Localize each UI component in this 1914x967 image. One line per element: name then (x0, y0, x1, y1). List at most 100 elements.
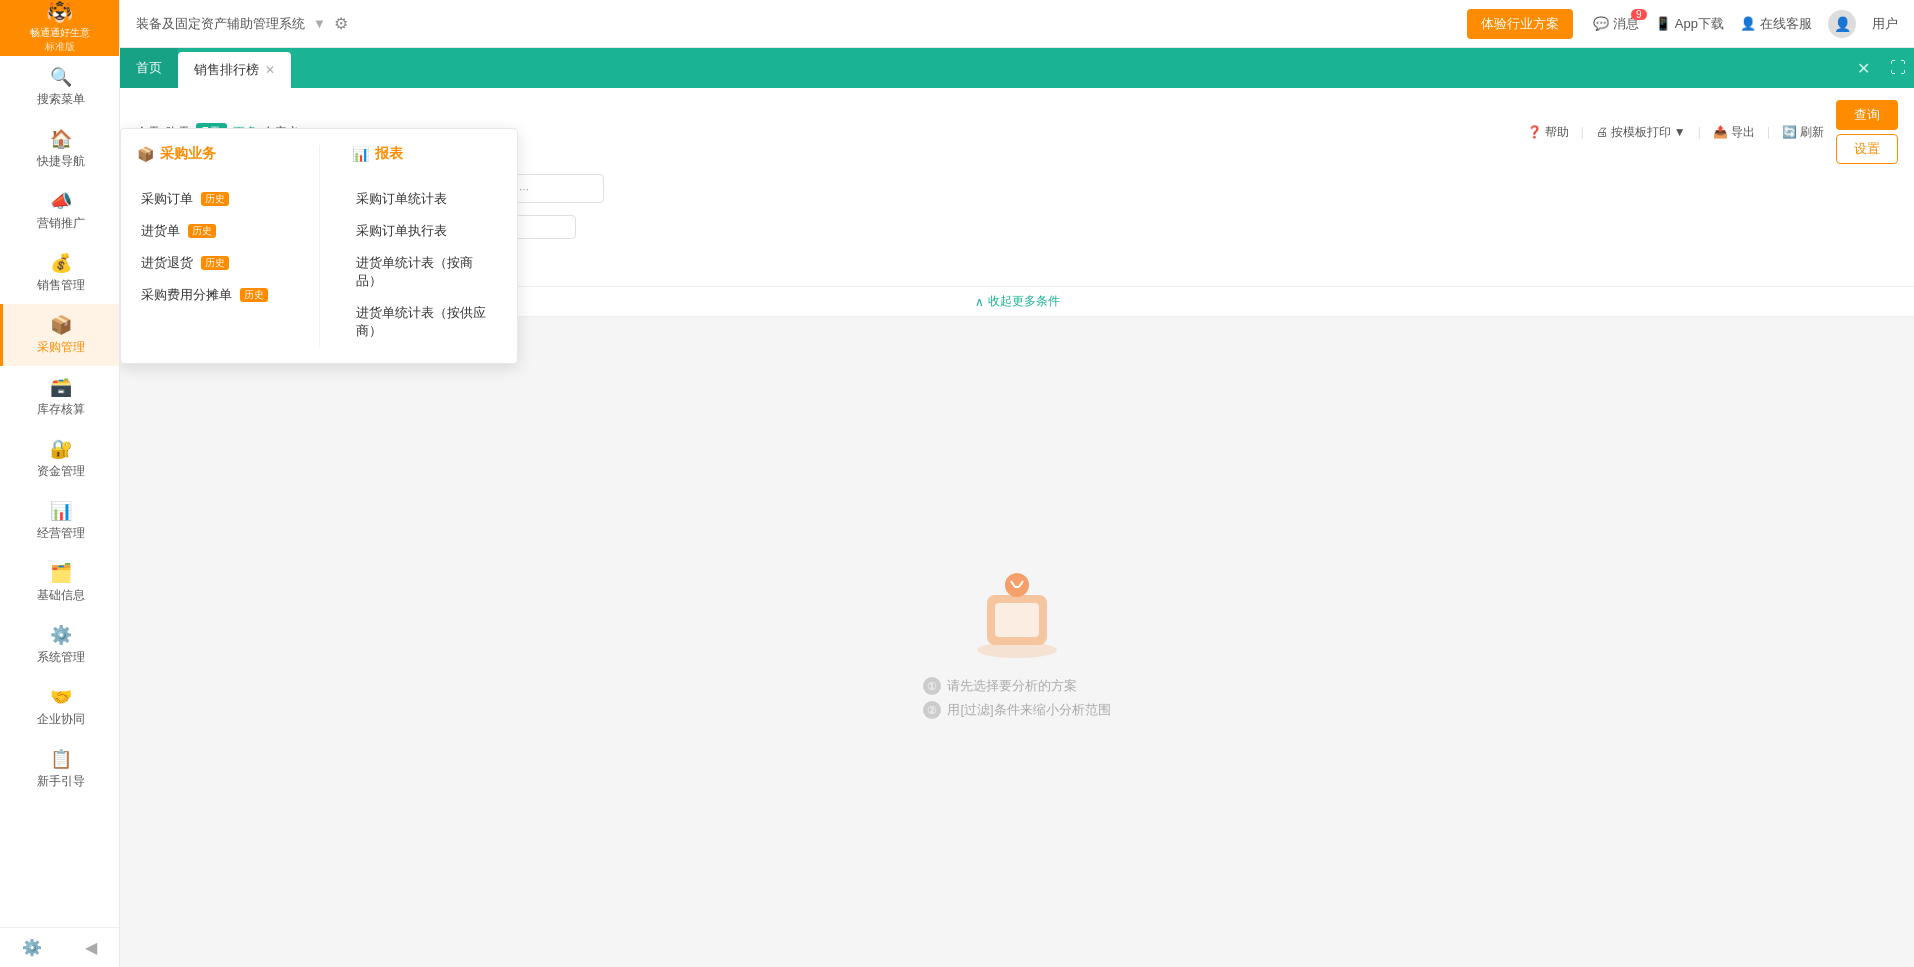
popup-item-inbound-stat-supplier[interactable]: 进货单统计表（按供应商） (352, 297, 502, 347)
sidebar-item-purchase-label: 采购管理 (37, 339, 85, 356)
home-icon: 🏠 (50, 128, 72, 150)
hint-text-1: 请先选择要分析的方案 (947, 677, 1077, 695)
topbar-title-area: 装备及固定资产辅助管理系统 ▼ ⚙ (136, 14, 1467, 33)
popup-item-po-stat[interactable]: 采购订单统计表 (352, 183, 502, 215)
tab-sales-rank[interactable]: 销售排行榜 ✕ (178, 52, 291, 88)
popup-purchase-title: 📦 采购业务 (137, 145, 287, 171)
sidebar-item-system[interactable]: ⚙️ 系统管理 (0, 614, 119, 676)
tab-close-icon[interactable]: ✕ (265, 63, 275, 77)
sidebar: 🐯 畅通通好生意 标准版 🔍 搜索菜单 🏠 快捷导航 📣 营销推广 💰 销售管理… (0, 0, 120, 967)
print-arrow[interactable]: ▼ (1674, 125, 1686, 139)
topbar: 装备及固定资产辅助管理系统 ▼ ⚙ 体验行业方案 💬 9 消息 📱 App下载 … (120, 0, 1914, 48)
empty-hints: ① 请先选择要分析的方案 ② 用[过滤]条件来缩小分析范围 (923, 677, 1110, 719)
finance-icon: 🔐 (50, 438, 72, 460)
inbound-return-history: 历史 (201, 256, 229, 270)
tabbar-expand-btn[interactable]: ⛶ (1882, 48, 1914, 88)
popup-item-inbound[interactable]: 进货单 历史 (137, 215, 287, 247)
sidebar-item-guide[interactable]: 📋 新手引导 (0, 738, 119, 800)
popup-report-title: 📊 报表 (352, 145, 502, 171)
report-section-label: 报表 (375, 145, 403, 163)
enterprise-icon: 🤝 (50, 686, 72, 708)
empty-state: ① 请先选择要分析的方案 ② 用[过滤]条件来缩小分析范围 (120, 317, 1914, 967)
svg-point-3 (1005, 573, 1029, 597)
help-btn[interactable]: ❓ 帮助 (1527, 124, 1569, 141)
sales-icon: 💰 (50, 252, 72, 274)
set-btn[interactable]: 设置 (1836, 134, 1898, 164)
collapse-up-icon: ∧ (975, 295, 984, 309)
query-btn[interactable]: 查询 (1836, 100, 1898, 130)
sidebar-bottom: ⚙️ ◀ (0, 927, 119, 967)
sidebar-item-quick-nav[interactable]: 🏠 快捷导航 (0, 118, 119, 180)
purchase-icon: 📦 (50, 314, 72, 336)
refresh-icon: 🔄 (1782, 125, 1797, 139)
topbar-dropdown-arrow[interactable]: ▼ (313, 16, 326, 31)
sidebar-item-inventory[interactable]: 🗃️ 库存核算 (0, 366, 119, 428)
sidebar-item-basic[interactable]: 🗂️ 基础信息 (0, 552, 119, 614)
export-btn[interactable]: 📤 导出 (1713, 124, 1755, 141)
app-download-btn[interactable]: 📱 App下载 (1655, 15, 1724, 33)
sidebar-settings-btn[interactable]: ⚙️ (22, 938, 42, 957)
empty-hint-2: ② 用[过滤]条件来缩小分析范围 (923, 701, 1110, 719)
inbound-stat-goods-label: 进货单统计表（按商品） (356, 254, 498, 290)
sidebar-item-operation[interactable]: 📊 经营管理 (0, 490, 119, 552)
search-icon: 🔍 (50, 66, 72, 88)
sidebar-collapse-btn[interactable]: ◀ (85, 938, 97, 957)
logo-text: 畅通通好生意 (30, 26, 90, 40)
sidebar-item-quick-nav-label: 快捷导航 (37, 153, 85, 170)
popup-divider (319, 145, 320, 347)
goods-field-more[interactable]: ··· (519, 182, 529, 196)
tab-home[interactable]: 首页 (120, 48, 178, 88)
popup-item-inbound-return[interactable]: 进货退货 历史 (137, 247, 287, 279)
sidebar-item-sales[interactable]: 💰 销售管理 (0, 242, 119, 304)
logo-sub: 标准版 (45, 40, 75, 54)
inbound-label: 进货单 (141, 222, 180, 240)
message-badge: 9 (1631, 9, 1647, 20)
print-btn[interactable]: 🖨 按模板打印 ▼ (1596, 124, 1686, 141)
sidebar-item-sales-label: 销售管理 (37, 277, 85, 294)
popup-report-section: 📊 报表 采购订单统计表 采购订单执行表 进货单统计表（按商品） 进货单统计表（… (352, 145, 502, 347)
guide-icon: 📋 (50, 748, 72, 770)
sidebar-item-purchase[interactable]: 📦 采购管理 (0, 304, 119, 366)
hint-num-2: ② (923, 701, 941, 719)
inbound-stat-supplier-label: 进货单统计表（按供应商） (356, 304, 498, 340)
hint-text-2: 用[过滤]条件来缩小分析范围 (947, 701, 1110, 719)
sidebar-item-basic-label: 基础信息 (37, 587, 85, 604)
sidebar-item-finance[interactable]: 🔐 资金管理 (0, 428, 119, 490)
user-label: 用户 (1872, 15, 1898, 33)
operation-icon: 📊 (50, 500, 72, 522)
popup-item-inbound-stat-goods[interactable]: 进货单统计表（按商品） (352, 247, 502, 297)
toolbar-actions: ❓ 帮助 | 🖨 按模板打印 ▼ | 📤 导出 (1527, 124, 1824, 141)
trial-btn[interactable]: 体验行业方案 (1467, 9, 1573, 39)
refresh-btn[interactable]: 🔄 刷新 (1782, 124, 1824, 141)
popup-item-purchase-order[interactable]: 采购订单 历史 (137, 183, 287, 215)
export-icon: 📤 (1713, 125, 1728, 139)
sidebar-item-marketing[interactable]: 📣 营销推广 (0, 180, 119, 242)
system-icon: ⚙️ (50, 624, 72, 646)
topbar-right: 💬 9 消息 📱 App下载 👤 在线客服 👤 用户 (1593, 10, 1898, 38)
main-area: 装备及固定资产辅助管理系统 ▼ ⚙ 体验行业方案 💬 9 消息 📱 App下载 … (120, 0, 1914, 967)
sidebar-item-search[interactable]: 🔍 搜索菜单 (0, 56, 119, 118)
purchase-order-history: 历史 (201, 192, 229, 206)
app-label: App下载 (1675, 15, 1724, 33)
sidebar-item-guide-label: 新手引导 (37, 773, 85, 790)
popup-item-po-exec[interactable]: 采购订单执行表 (352, 215, 502, 247)
logo-icon: 🐯 (46, 2, 73, 24)
sidebar-item-marketing-label: 营销推广 (37, 215, 85, 232)
message-btn[interactable]: 💬 9 消息 (1593, 15, 1639, 33)
print-icon: 🖨 (1596, 125, 1608, 139)
svg-rect-2 (995, 603, 1039, 637)
help-icon: ❓ (1527, 125, 1542, 139)
topbar-settings-icon[interactable]: ⚙ (334, 14, 348, 33)
basic-icon: 🗂️ (50, 562, 72, 584)
online-service-btn[interactable]: 👤 在线客服 (1740, 15, 1812, 33)
service-icon: 👤 (1740, 16, 1756, 31)
sidebar-item-enterprise[interactable]: 🤝 企业协同 (0, 676, 119, 738)
message-icon: 💬 (1593, 16, 1609, 31)
user-avatar[interactable]: 👤 (1828, 10, 1856, 38)
purchase-order-label: 采购订单 (141, 190, 193, 208)
purchase-section-label: 采购业务 (160, 145, 216, 163)
tabbar-close-btn[interactable]: ✕ (1845, 48, 1882, 88)
purchase-expense-label: 采购费用分摊单 (141, 286, 232, 304)
popup-item-purchase-expense[interactable]: 采购费用分摊单 历史 (137, 279, 287, 311)
sidebar-item-enterprise-label: 企业协同 (37, 711, 85, 728)
